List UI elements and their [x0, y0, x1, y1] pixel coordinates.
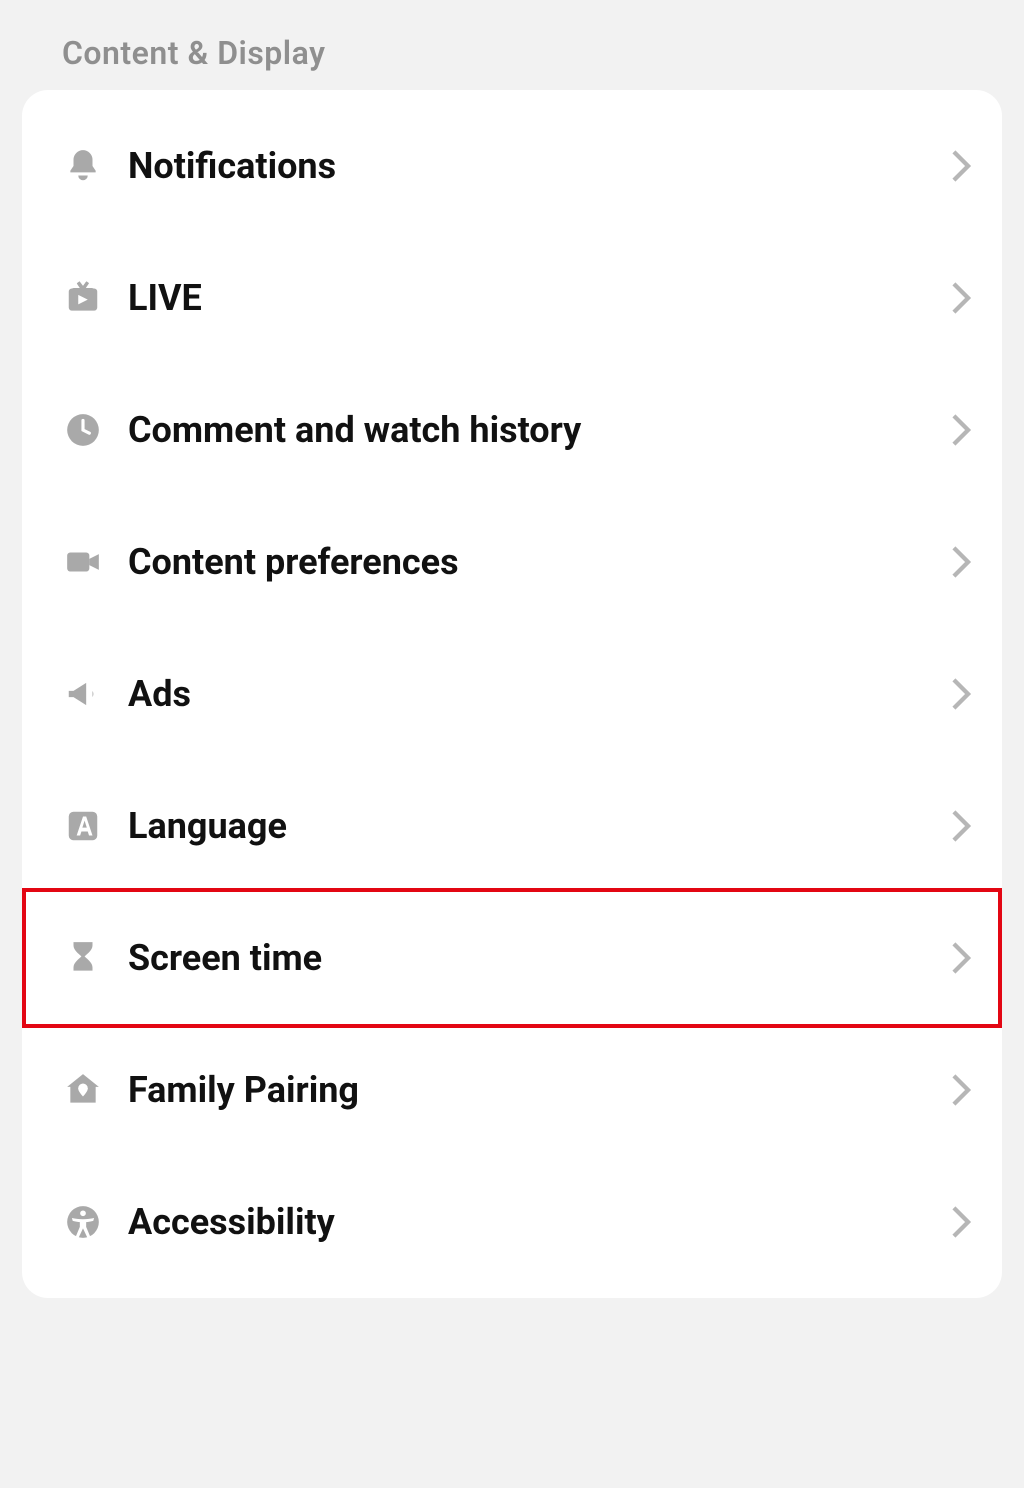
clock-icon — [64, 411, 128, 449]
row-language[interactable]: Language — [22, 760, 1002, 892]
row-comment-watch-history[interactable]: Comment and watch history — [22, 364, 1002, 496]
row-notifications[interactable]: Notifications — [22, 100, 1002, 232]
row-live[interactable]: LIVE — [22, 232, 1002, 364]
chevron-right-icon — [950, 413, 972, 447]
row-label: Screen time — [128, 937, 950, 979]
chevron-right-icon — [950, 281, 972, 315]
chevron-right-icon — [950, 677, 972, 711]
row-family-pairing[interactable]: Family Pairing — [22, 1024, 1002, 1156]
accessibility-icon — [64, 1203, 128, 1241]
chevron-right-icon — [950, 1073, 972, 1107]
row-screen-time[interactable]: Screen time — [22, 892, 1002, 1024]
row-label: Ads — [128, 673, 950, 715]
chevron-right-icon — [950, 941, 972, 975]
section-header: Content & Display — [0, 0, 1024, 90]
row-accessibility[interactable]: Accessibility — [22, 1156, 1002, 1288]
row-ads[interactable]: Ads — [22, 628, 1002, 760]
row-label: Content preferences — [128, 541, 950, 583]
settings-panel: Notifications LIVE Comment and watch his… — [22, 90, 1002, 1298]
row-label: Language — [128, 805, 950, 847]
hourglass-icon — [64, 939, 128, 977]
chevron-right-icon — [950, 545, 972, 579]
tv-icon — [64, 279, 128, 317]
chevron-right-icon — [950, 149, 972, 183]
home-heart-icon — [64, 1071, 128, 1109]
row-content-preferences[interactable]: Content preferences — [22, 496, 1002, 628]
chevron-right-icon — [950, 809, 972, 843]
chevron-right-icon — [950, 1205, 972, 1239]
row-label: LIVE — [128, 277, 950, 319]
language-a-icon — [64, 807, 128, 845]
bell-icon — [64, 147, 128, 185]
row-label: Notifications — [128, 145, 950, 187]
row-label: Accessibility — [128, 1201, 950, 1243]
row-label: Comment and watch history — [128, 409, 950, 451]
video-icon — [64, 543, 128, 581]
megaphone-icon — [64, 675, 128, 713]
row-label: Family Pairing — [128, 1069, 950, 1111]
